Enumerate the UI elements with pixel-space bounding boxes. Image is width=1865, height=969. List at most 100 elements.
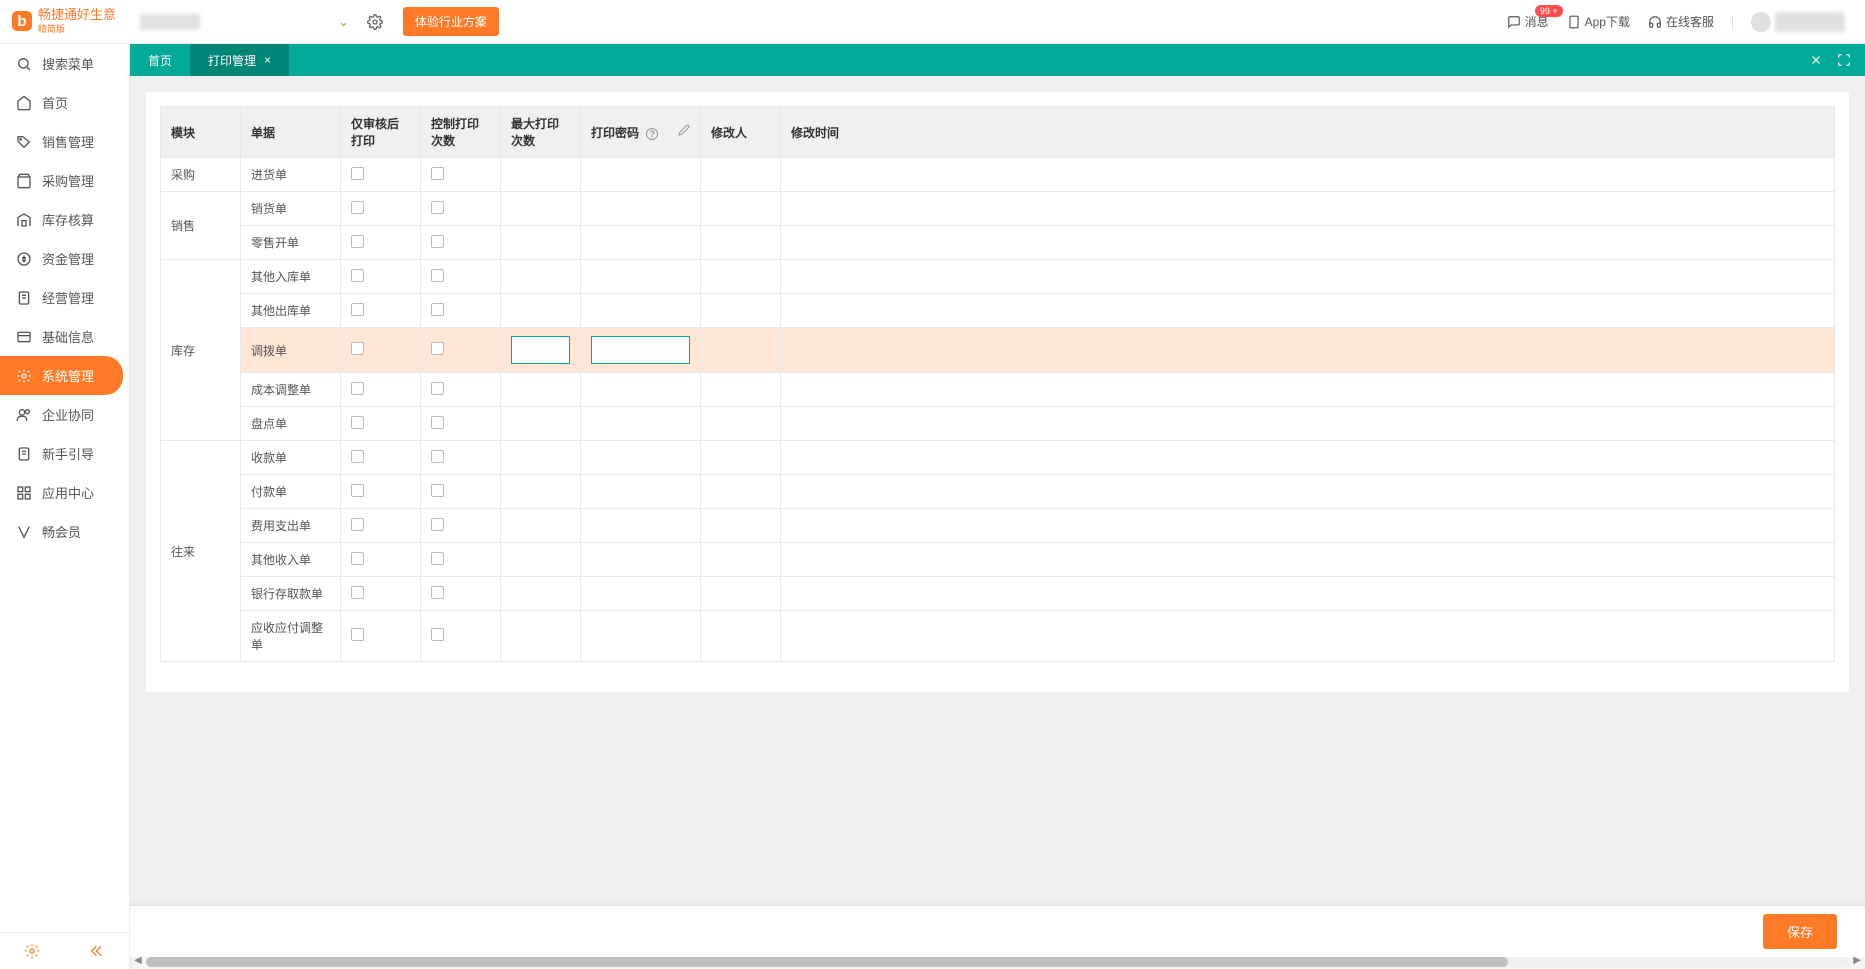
- sidebar-item-people[interactable]: 企业协同: [0, 395, 129, 434]
- checkbox[interactable]: [431, 552, 444, 565]
- checkbox[interactable]: [431, 235, 444, 248]
- doc-cell: 销货单: [241, 192, 341, 226]
- doc-cell: 其他入库单: [241, 260, 341, 294]
- password-input[interactable]: [591, 336, 690, 364]
- sidebar-item-clipboard[interactable]: 经营管理: [0, 278, 129, 317]
- checkbox[interactable]: [431, 484, 444, 497]
- th-modifier: 修改人: [701, 107, 781, 158]
- company-selector: ⌄ 体验行业方案: [140, 7, 1507, 36]
- app-download-link[interactable]: App下载: [1567, 13, 1630, 30]
- sidebar-item-tag[interactable]: 销售管理: [0, 122, 129, 161]
- checkbox[interactable]: [431, 269, 444, 282]
- after-audit-cell: [341, 226, 421, 260]
- sidebar-item-label: 应用中心: [42, 483, 94, 502]
- module-cell: 库存: [161, 260, 241, 441]
- after-audit-cell: [341, 577, 421, 611]
- checkbox[interactable]: [431, 303, 444, 316]
- chevron-down-icon[interactable]: ⌄: [338, 14, 349, 30]
- th-password: 打印密码 ?: [581, 107, 701, 158]
- checkbox[interactable]: [351, 518, 364, 531]
- checkbox[interactable]: [351, 201, 364, 214]
- scroll-right-icon[interactable]: ▶: [1853, 955, 1861, 966]
- checkbox[interactable]: [351, 167, 364, 180]
- module-cell: 采购: [161, 158, 241, 192]
- checkbox[interactable]: [351, 484, 364, 497]
- checkbox[interactable]: [431, 201, 444, 214]
- save-button[interactable]: 保存: [1763, 914, 1837, 949]
- fullscreen-icon[interactable]: [1837, 53, 1851, 67]
- checkbox[interactable]: [431, 518, 444, 531]
- horizontal-scrollbar[interactable]: ◀ ▶: [146, 957, 1849, 967]
- th-mod-time: 修改时间: [781, 107, 1835, 158]
- gear-icon[interactable]: [367, 14, 383, 30]
- checkbox[interactable]: [351, 382, 364, 395]
- sidebar-item-grid[interactable]: 应用中心: [0, 473, 129, 512]
- help-icon[interactable]: ?: [646, 128, 658, 140]
- industry-plan-button[interactable]: 体验行业方案: [403, 7, 499, 36]
- messages-link[interactable]: 消息 99 +: [1507, 13, 1549, 30]
- sidebar-item-folder[interactable]: 基础信息: [0, 317, 129, 356]
- table-row: 费用支出单: [161, 509, 1835, 543]
- doc-cell: 其他出库单: [241, 294, 341, 328]
- after-audit-cell: [341, 543, 421, 577]
- table-row: 库存其他入库单: [161, 260, 1835, 294]
- modifier-cell: [701, 611, 781, 662]
- settings-icon[interactable]: [24, 943, 40, 959]
- checkbox[interactable]: [351, 628, 364, 641]
- control-count-cell: [421, 373, 501, 407]
- print-settings-card: 模块 单据 仅审核后打印 控制打印次数 最大打印次数 打印密码 ?: [146, 92, 1849, 692]
- checkbox[interactable]: [431, 167, 444, 180]
- th-doc: 单据: [241, 107, 341, 158]
- checkbox[interactable]: [431, 342, 444, 355]
- sidebar-item-label: 系统管理: [42, 366, 94, 385]
- edit-icon[interactable]: [678, 124, 690, 136]
- sidebar-item-guide[interactable]: 新手引导: [0, 434, 129, 473]
- checkbox[interactable]: [351, 552, 364, 565]
- checkbox[interactable]: [431, 586, 444, 599]
- sidebar-item-label: 经营管理: [42, 288, 94, 307]
- sidebar-item-gear[interactable]: 系统管理: [0, 356, 123, 395]
- max-count-cell: [501, 441, 581, 475]
- doc-cell: 盘点单: [241, 407, 341, 441]
- password-cell: [581, 577, 701, 611]
- tab[interactable]: 首页: [130, 44, 190, 76]
- sidebar-item-vip[interactable]: 畅会员: [0, 512, 129, 551]
- user-profile[interactable]: [1751, 12, 1845, 32]
- password-cell: [581, 294, 701, 328]
- sidebar-item-search[interactable]: 搜索菜单: [0, 44, 129, 83]
- max-count-cell: [501, 577, 581, 611]
- checkbox[interactable]: [431, 382, 444, 395]
- checkbox[interactable]: [351, 416, 364, 429]
- search-icon: [16, 56, 32, 72]
- sidebar-footer: [0, 932, 129, 969]
- checkbox[interactable]: [351, 586, 364, 599]
- control-count-cell: [421, 192, 501, 226]
- max-count-input[interactable]: [511, 336, 570, 364]
- checkbox[interactable]: [351, 342, 364, 355]
- close-all-tabs-icon[interactable]: [1809, 53, 1823, 67]
- checkbox[interactable]: [351, 450, 364, 463]
- collapse-sidebar-icon[interactable]: [89, 943, 105, 959]
- sidebar-item-bag[interactable]: 采购管理: [0, 161, 129, 200]
- doc-cell: 应收应付调整单: [241, 611, 341, 662]
- print-settings-table: 模块 单据 仅审核后打印 控制打印次数 最大打印次数 打印密码 ?: [160, 106, 1835, 662]
- close-tab-icon[interactable]: ×: [264, 53, 271, 67]
- checkbox[interactable]: [351, 235, 364, 248]
- sidebar-item-label: 基础信息: [42, 327, 94, 346]
- checkbox[interactable]: [431, 628, 444, 641]
- checkbox[interactable]: [351, 303, 364, 316]
- checkbox[interactable]: [351, 269, 364, 282]
- tab[interactable]: 打印管理×: [190, 44, 289, 76]
- checkbox[interactable]: [431, 450, 444, 463]
- checkbox[interactable]: [431, 416, 444, 429]
- sidebar-item-warehouse[interactable]: 库存核算: [0, 200, 129, 239]
- control-count-cell: [421, 407, 501, 441]
- control-count-cell: [421, 543, 501, 577]
- sidebar-item-money[interactable]: 资金管理: [0, 239, 129, 278]
- scrollbar-thumb[interactable]: [146, 957, 1508, 967]
- after-audit-cell: [341, 475, 421, 509]
- sidebar-item-home[interactable]: 首页: [0, 83, 129, 122]
- doc-cell: 收款单: [241, 441, 341, 475]
- scroll-left-icon[interactable]: ◀: [134, 955, 142, 966]
- online-service-link[interactable]: 在线客服: [1648, 13, 1714, 30]
